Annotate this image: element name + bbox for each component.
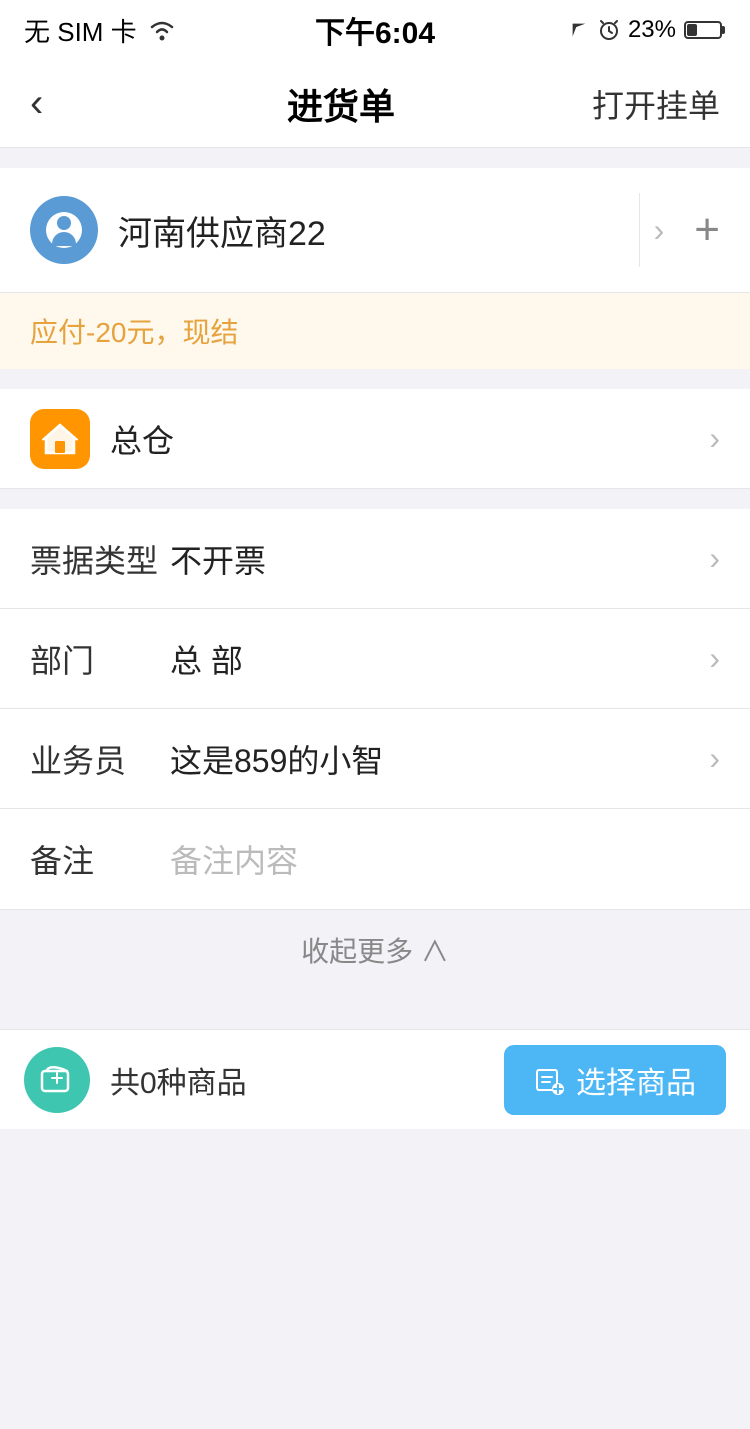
dept-row[interactable]: 部门 总 部 › [0,609,750,709]
sales-chevron-icon: › [709,740,720,777]
wifi-icon [147,19,177,41]
section-gap-1 [0,148,750,168]
location-icon [568,19,590,41]
status-time: 下午6:04 [315,8,435,52]
invoice-value: 不开票 [170,536,709,582]
status-bar: 无 SIM 卡 下午6:04 23% [0,0,750,60]
invoice-label: 票据类型 [30,536,170,582]
supplier-chevron-icon: › [654,212,665,249]
warehouse-chevron-icon: › [709,420,720,457]
page-title: 进货单 [90,78,592,130]
supplier-avatar [30,196,98,264]
alarm-icon [598,19,620,41]
invoice-chevron-icon: › [709,540,720,577]
cart-svg [38,1061,76,1099]
invoice-type-row[interactable]: 票据类型 不开票 › [0,509,750,609]
avatar-person-icon [46,212,82,248]
note-placeholder: 备注内容 [170,836,720,882]
sales-row[interactable]: 业务员 这是859的小智 › [0,709,750,809]
page-background [0,1129,750,1429]
supplier-row[interactable]: 河南供应商22 › + [0,168,750,293]
supplier-add-button[interactable]: + [694,205,720,255]
sales-value: 这是859的小智 [170,736,709,782]
house-svg [42,421,78,457]
select-product-button[interactable]: 选择商品 [504,1045,726,1115]
dept-value: 总 部 [170,636,709,682]
section-gap-4 [0,989,750,1009]
dept-label: 部门 [30,636,170,682]
bottom-bar: 共0种商品 选择商品 [0,1029,750,1129]
supplier-divider [639,193,640,267]
form-section: 票据类型 不开票 › 部门 总 部 › 业务员 这是859的小智 › 备注 备注… [0,509,750,909]
note-label: 备注 [30,836,170,882]
supplier-section: 河南供应商22 › + 应付-20元，现结 [0,168,750,369]
warehouse-name: 总仓 [110,416,709,462]
nav-bar: ‹ 进货单 打开挂单 [0,60,750,148]
battery-icon [684,19,726,41]
dept-chevron-icon: › [709,640,720,677]
notice-bar: 应付-20元，现结 [0,293,750,369]
open-pending-button[interactable]: 打开挂单 [592,81,720,127]
supplier-name: 河南供应商22 [118,206,654,255]
warehouse-section: 总仓 › [0,389,750,489]
select-product-icon [534,1065,564,1095]
battery-percent: 23% [628,16,676,44]
status-right: 23% [568,16,726,44]
select-product-label: 选择商品 [576,1058,696,1102]
back-button[interactable]: ‹ [30,81,90,126]
product-count: 共0种商品 [110,1058,504,1102]
product-icon [24,1047,90,1113]
collapse-toggle[interactable]: 收起更多 ∧ [0,909,750,989]
warehouse-icon [30,409,90,469]
status-left: 无 SIM 卡 [24,12,177,49]
section-gap-3 [0,489,750,509]
note-row[interactable]: 备注 备注内容 [0,809,750,909]
sales-label: 业务员 [30,736,170,782]
section-gap-2 [0,369,750,389]
warehouse-row[interactable]: 总仓 › [0,389,750,489]
carrier-label: 无 SIM 卡 [24,12,137,49]
